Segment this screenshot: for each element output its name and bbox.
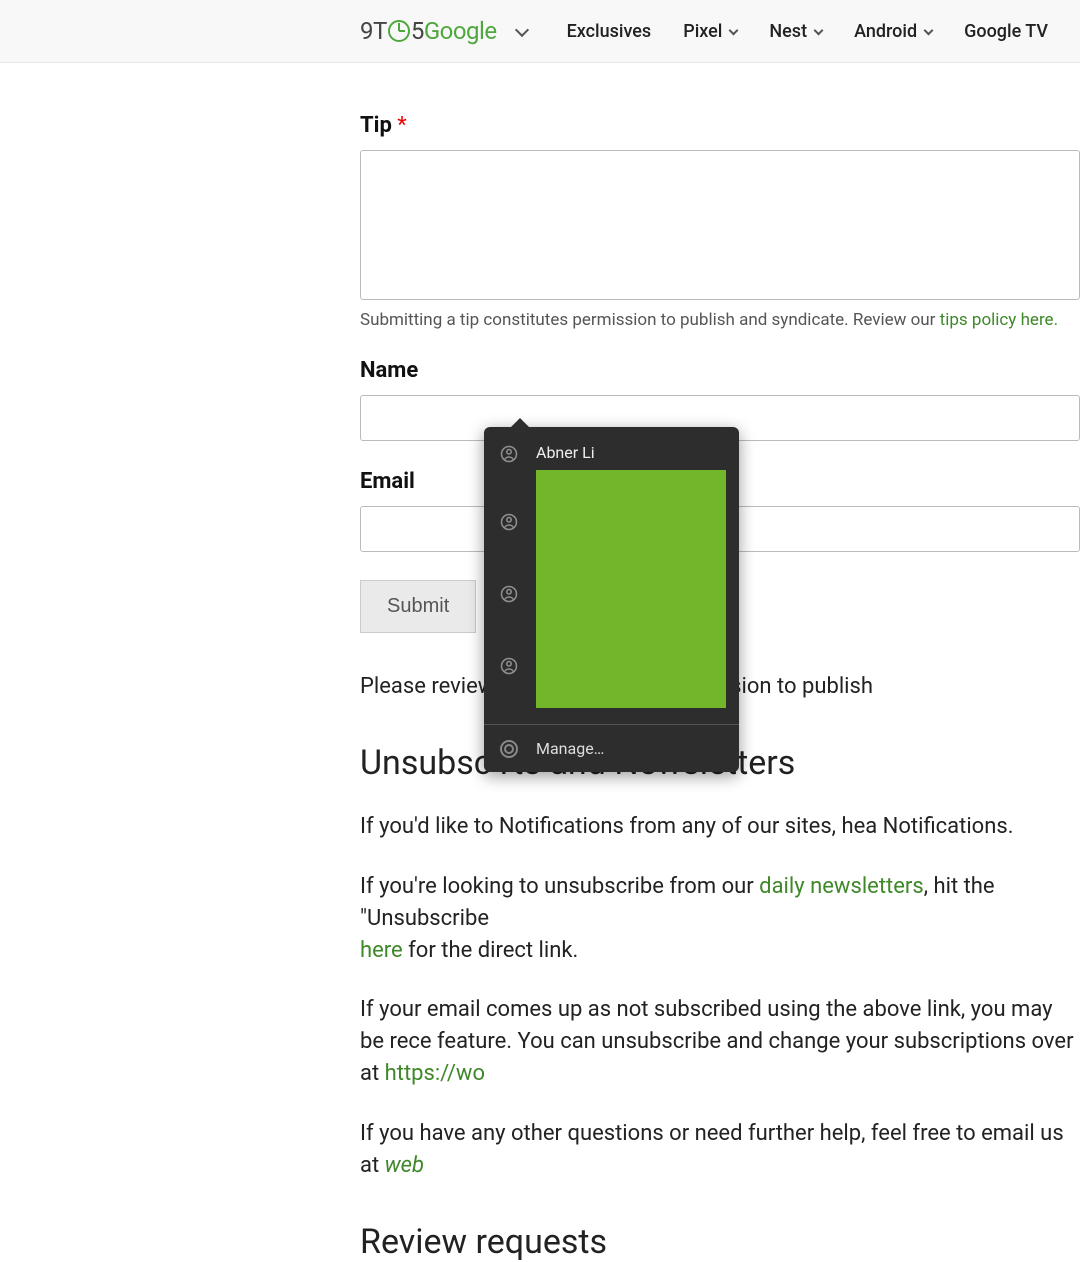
unsubscribe-p3: If your email comes up as not subscribed… [360, 994, 1080, 1090]
name-label: Name [360, 358, 1080, 383]
person-icon [500, 585, 518, 603]
tips-policy-link[interactable]: tips policy here. [940, 310, 1058, 330]
review-requests-heading: Review requests [360, 1222, 1080, 1262]
daily-newsletters-link[interactable]: daily newsletters [759, 874, 924, 899]
person-icon [500, 513, 518, 531]
chevron-down-icon [515, 22, 529, 36]
chevron-down-icon [814, 25, 824, 35]
web-email-link[interactable]: web [385, 1153, 424, 1178]
chevron-down-icon [924, 25, 934, 35]
logo-mid: 5 [411, 17, 424, 45]
here-link[interactable]: here [360, 938, 403, 963]
autofill-popup: Abner Li Manage… [484, 427, 739, 772]
clock-icon [388, 20, 410, 42]
tip-helper: Submitting a tip constitutes permission … [360, 310, 1080, 330]
unsubscribe-p2: If you're looking to unsubscribe from ou… [360, 871, 1080, 967]
autofill-suggestion[interactable]: Abner Li [484, 433, 739, 720]
tip-label: Tip * [360, 113, 1080, 138]
autofill-name: Abner Li [536, 443, 726, 462]
chrome-icon [500, 740, 518, 758]
site-logo[interactable]: 9T 5Google [360, 17, 497, 45]
chevron-down-icon [729, 25, 739, 35]
main-nav: Exclusives Pixel Nest Android Google TV [567, 21, 1048, 42]
nav-googletv[interactable]: Google TV [964, 21, 1048, 42]
logo-suffix: Google [424, 17, 497, 45]
nav-exclusives[interactable]: Exclusives [567, 21, 652, 42]
logo-prefix: 9T [360, 17, 387, 45]
tip-field-group: Tip * Submitting a tip constitutes permi… [360, 113, 1080, 330]
site-header: 9T 5Google Exclusives Pixel Nest Android … [0, 0, 1080, 63]
popup-arrow [510, 418, 530, 428]
autofill-manage[interactable]: Manage… [484, 725, 739, 772]
submit-button[interactable]: Submit [360, 580, 476, 633]
nav-pixel[interactable]: Pixel [683, 21, 737, 42]
unsubscribe-p4: If you have any other questions or need … [360, 1118, 1080, 1182]
autofill-preview-swatch [536, 470, 726, 708]
tip-input[interactable] [360, 150, 1080, 300]
autofill-extra-icons [500, 513, 518, 675]
wordpress-link[interactable]: https://wo [385, 1061, 485, 1086]
site-menu-toggle[interactable] [517, 22, 527, 41]
unsubscribe-p1: If you'd like to Notifications from any … [360, 811, 1080, 843]
nav-nest[interactable]: Nest [769, 21, 822, 42]
nav-android[interactable]: Android [854, 21, 932, 42]
required-marker: * [397, 113, 406, 138]
person-icon [500, 657, 518, 675]
manage-label: Manage… [536, 739, 604, 758]
person-icon [500, 445, 518, 463]
